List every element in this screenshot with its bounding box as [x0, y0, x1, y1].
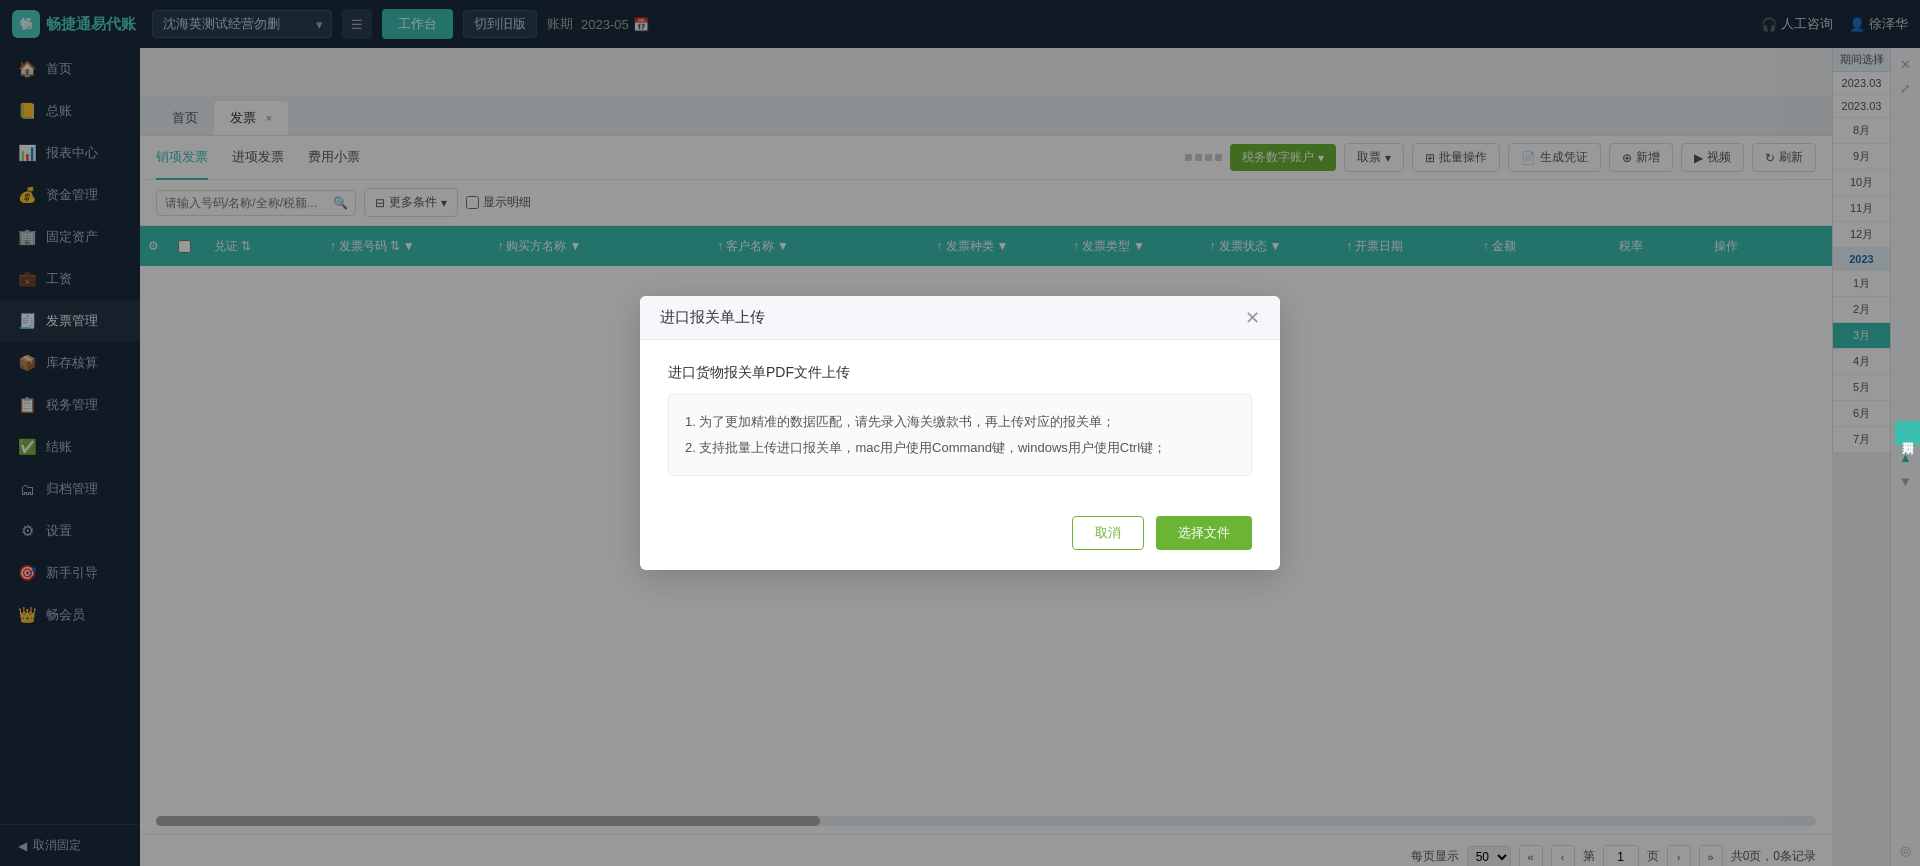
upload-info-1: 1. 为了更加精准的数据匹配，请先录入海关缴款书，再上传对应的报关单； — [685, 409, 1235, 435]
modal-overlay[interactable]: 进口报关单上传 ✕ 进口货物报关单PDF文件上传 1. 为了更加精准的数据匹配，… — [0, 0, 1920, 866]
modal-select-file-btn[interactable]: 选择文件 — [1156, 516, 1252, 550]
modal-title: 进口报关单上传 — [660, 308, 765, 327]
modal-close-btn[interactable]: ✕ — [1245, 309, 1260, 327]
upload-title: 进口货物报关单PDF文件上传 — [668, 364, 1252, 382]
modal-header: 进口报关单上传 ✕ — [640, 296, 1280, 340]
modal-footer: 取消 选择文件 — [640, 500, 1280, 570]
modal-cancel-btn[interactable]: 取消 — [1072, 516, 1144, 550]
import-modal: 进口报关单上传 ✕ 进口货物报关单PDF文件上传 1. 为了更加精准的数据匹配，… — [640, 296, 1280, 570]
upload-info-box: 1. 为了更加精准的数据匹配，请先录入海关缴款书，再上传对应的报关单； 2. 支… — [668, 394, 1252, 476]
open-date-btn[interactable]: 开票日期 — [1895, 421, 1920, 445]
upload-info-2: 2. 支持批量上传进口报关单，mac用户使用Command键，windows用户… — [685, 435, 1235, 461]
modal-body: 进口货物报关单PDF文件上传 1. 为了更加精准的数据匹配，请先录入海关缴款书，… — [640, 340, 1280, 500]
